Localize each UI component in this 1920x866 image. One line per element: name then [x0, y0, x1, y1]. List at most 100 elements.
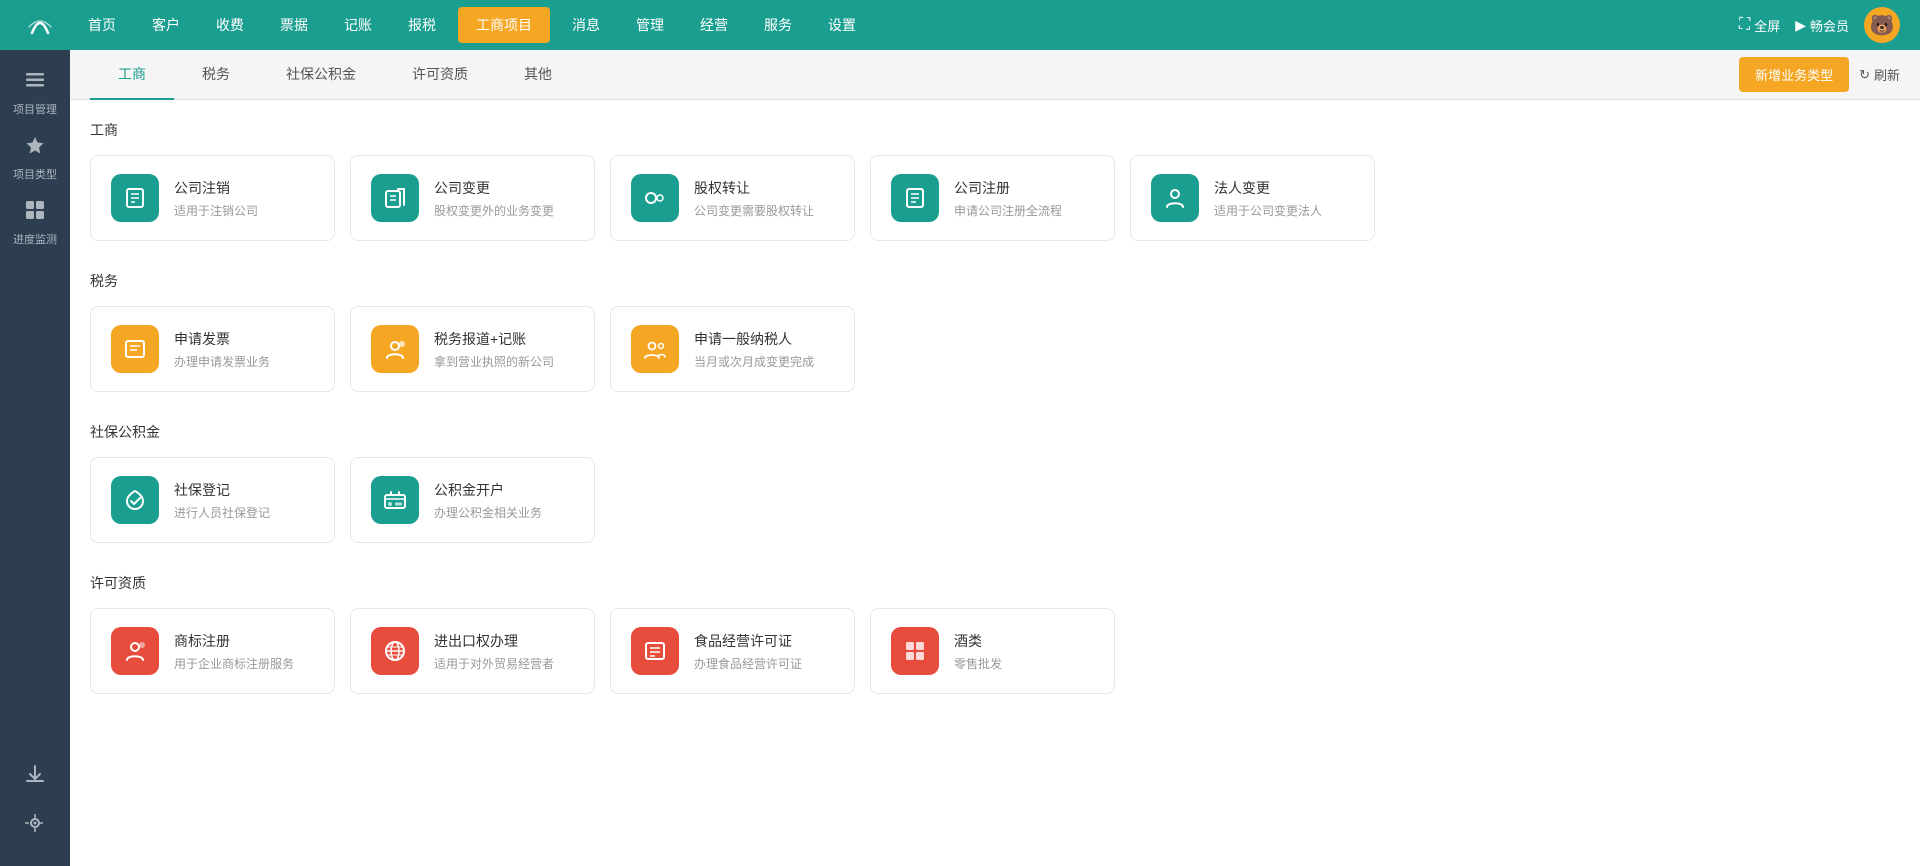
card-icon-social-security	[111, 476, 159, 524]
card-equity-transfer[interactable]: 股权转让 公司变更需要股权转让	[610, 155, 855, 241]
refresh-label: 刷新	[1874, 65, 1900, 84]
nav-home[interactable]: 首页	[70, 0, 134, 50]
vip-button[interactable]: ▶ 畅会员	[1795, 16, 1849, 35]
card-title-company-change: 公司变更	[434, 178, 554, 198]
card-title-trademark: 商标注册	[174, 631, 294, 651]
card-icon-alcohol	[891, 627, 939, 675]
card-desc-equity-transfer: 公司变更需要股权转让	[694, 202, 814, 219]
card-icon-legal-change	[1151, 174, 1199, 222]
card-tax-report-bookkeeping[interactable]: 税务报道+记账 拿到营业执照的新公司	[350, 306, 595, 392]
card-title-company-cancel: 公司注销	[174, 178, 258, 198]
nav-bookkeeping[interactable]: 记账	[326, 0, 390, 50]
card-desc-provident-fund: 办理公积金相关业务	[434, 504, 542, 521]
sidebar-label-progress: 进度监测	[13, 231, 57, 247]
card-info-trademark: 商标注册 用于企业商标注册服务	[174, 631, 294, 672]
tab-gongshang[interactable]: 工商	[90, 50, 174, 100]
sidebar-location-button[interactable]	[0, 801, 70, 846]
nav-right-area: ⛶ 全屏 ▶ 畅会员 🐻	[1739, 7, 1920, 43]
card-company-register[interactable]: 公司注册 申请公司注册全流程	[870, 155, 1115, 241]
card-food-license[interactable]: 食品经营许可证 办理食品经营许可证	[610, 608, 855, 694]
section-title-shuiwu: 税务	[90, 271, 1900, 291]
tab-xuke[interactable]: 许可资质	[384, 50, 496, 100]
user-avatar[interactable]: 🐻	[1864, 7, 1900, 43]
sidebar-item-project-type[interactable]: 项目类型	[0, 125, 70, 190]
card-invoice-apply[interactable]: 申请发票 办理申请发票业务	[90, 306, 335, 392]
sidebar-item-progress[interactable]: 进度监测	[0, 190, 70, 255]
nav-manage[interactable]: 管理	[618, 0, 682, 50]
card-title-provident-fund: 公积金开户	[434, 480, 542, 500]
card-info-legal-change: 法人变更 适用于公司变更法人	[1214, 178, 1322, 219]
refresh-button[interactable]: ↻ 刷新	[1859, 65, 1900, 84]
card-desc-import-export: 适用于对外贸易经营者	[434, 655, 554, 672]
nav-fee[interactable]: 收费	[198, 0, 262, 50]
card-social-security[interactable]: 社保登记 进行人员社保登记	[90, 457, 335, 543]
card-company-cancel[interactable]: 公司注销 适用于注销公司	[90, 155, 335, 241]
nav-items: 首页 客户 收费 票据 记账 报税 工商项目 消息 管理 经营 服务 设置	[70, 0, 1739, 50]
card-info-company-change: 公司变更 股权变更外的业务变更	[434, 178, 554, 219]
card-title-company-register: 公司注册	[954, 178, 1062, 198]
cards-grid-xuke: 商标注册 用于企业商标注册服务	[90, 608, 1900, 694]
card-import-export[interactable]: 进出口权办理 适用于对外贸易经营者	[350, 608, 595, 694]
card-provident-fund[interactable]: 公积金开户 办理公积金相关业务	[350, 457, 595, 543]
card-info-tax-report-bookkeeping: 税务报道+记账 拿到营业执照的新公司	[434, 329, 554, 370]
card-info-company-cancel: 公司注销 适用于注销公司	[174, 178, 258, 219]
card-alcohol[interactable]: 酒类 零售批发	[870, 608, 1115, 694]
nav-bill[interactable]: 票据	[262, 0, 326, 50]
card-trademark[interactable]: 商标注册 用于企业商标注册服务	[90, 608, 335, 694]
card-title-tax-report-bookkeeping: 税务报道+记账	[434, 329, 554, 349]
card-icon-company-register	[891, 174, 939, 222]
scroll-content[interactable]: 工商 公司注销 适用于注销公司	[70, 100, 1920, 866]
card-desc-invoice-apply: 办理申请发票业务	[174, 353, 270, 370]
card-desc-social-security: 进行人员社保登记	[174, 504, 270, 521]
nav-settings[interactable]: 设置	[810, 0, 874, 50]
card-title-general-taxpayer: 申请一般纳税人	[694, 329, 814, 349]
card-icon-invoice-apply	[111, 325, 159, 373]
card-title-food-license: 食品经营许可证	[694, 631, 802, 651]
nav-service[interactable]: 服务	[746, 0, 810, 50]
tabs: 工商 税务 社保公积金 许可资质 其他	[90, 50, 580, 100]
card-desc-company-change: 股权变更外的业务变更	[434, 202, 554, 219]
logo	[10, 0, 70, 50]
fullscreen-button[interactable]: ⛶ 全屏	[1739, 16, 1780, 35]
sidebar-label-project-manage: 项目管理	[13, 101, 57, 117]
cards-grid-gongshang: 公司注销 适用于注销公司 公司变更	[90, 155, 1900, 241]
card-info-company-register: 公司注册 申请公司注册全流程	[954, 178, 1062, 219]
fullscreen-icon: ⛶	[1739, 16, 1750, 34]
card-title-equity-transfer: 股权转让	[694, 178, 814, 198]
card-title-legal-change: 法人变更	[1214, 178, 1322, 198]
card-desc-food-license: 办理食品经营许可证	[694, 655, 802, 672]
card-info-alcohol: 酒类 零售批发	[954, 631, 1002, 672]
nav-business[interactable]: 工商项目	[458, 7, 550, 43]
tab-other[interactable]: 其他	[496, 50, 580, 100]
grid-icon	[24, 199, 46, 227]
card-legal-change[interactable]: 法人变更 适用于公司变更法人	[1130, 155, 1375, 241]
sidebar-item-project-manage[interactable]: 项目管理	[0, 60, 70, 125]
section-title-gongshang: 工商	[90, 120, 1900, 140]
section-title-shebao: 社保公积金	[90, 422, 1900, 442]
nav-operation[interactable]: 经营	[682, 0, 746, 50]
nav-message[interactable]: 消息	[554, 0, 618, 50]
star-icon	[24, 134, 46, 162]
tab-shuiwu[interactable]: 税务	[174, 50, 258, 100]
vip-icon: ▶	[1795, 17, 1806, 34]
sidebar-label-project-type: 项目类型	[13, 166, 57, 182]
card-title-invoice-apply: 申请发票	[174, 329, 270, 349]
card-info-general-taxpayer: 申请一般纳税人 当月或次月成变更完成	[694, 329, 814, 370]
tab-shebao[interactable]: 社保公积金	[258, 50, 384, 100]
sidebar-download-button[interactable]	[0, 751, 70, 796]
card-desc-tax-report-bookkeeping: 拿到营业执照的新公司	[434, 353, 554, 370]
card-title-social-security: 社保登记	[174, 480, 270, 500]
card-icon-general-taxpayer	[631, 325, 679, 373]
card-icon-provident-fund	[371, 476, 419, 524]
add-business-type-button[interactable]: 新增业务类型	[1739, 57, 1849, 92]
nav-tax-report[interactable]: 报税	[390, 0, 454, 50]
refresh-icon: ↻	[1859, 67, 1870, 83]
top-navigation: 首页 客户 收费 票据 记账 报税 工商项目 消息 管理 经营 服务 设置 ⛶ …	[0, 0, 1920, 50]
nav-customer[interactable]: 客户	[134, 0, 198, 50]
content-area: 工商 税务 社保公积金 许可资质 其他 新增业务类型 ↻ 刷新 工商	[70, 50, 1920, 866]
card-info-social-security: 社保登记 进行人员社保登记	[174, 480, 270, 521]
section-title-xuke: 许可资质	[90, 573, 1900, 593]
cards-grid-shebao: 社保登记 进行人员社保登记	[90, 457, 1900, 543]
card-company-change[interactable]: 公司变更 股权变更外的业务变更	[350, 155, 595, 241]
card-general-taxpayer[interactable]: 申请一般纳税人 当月或次月成变更完成	[610, 306, 855, 392]
